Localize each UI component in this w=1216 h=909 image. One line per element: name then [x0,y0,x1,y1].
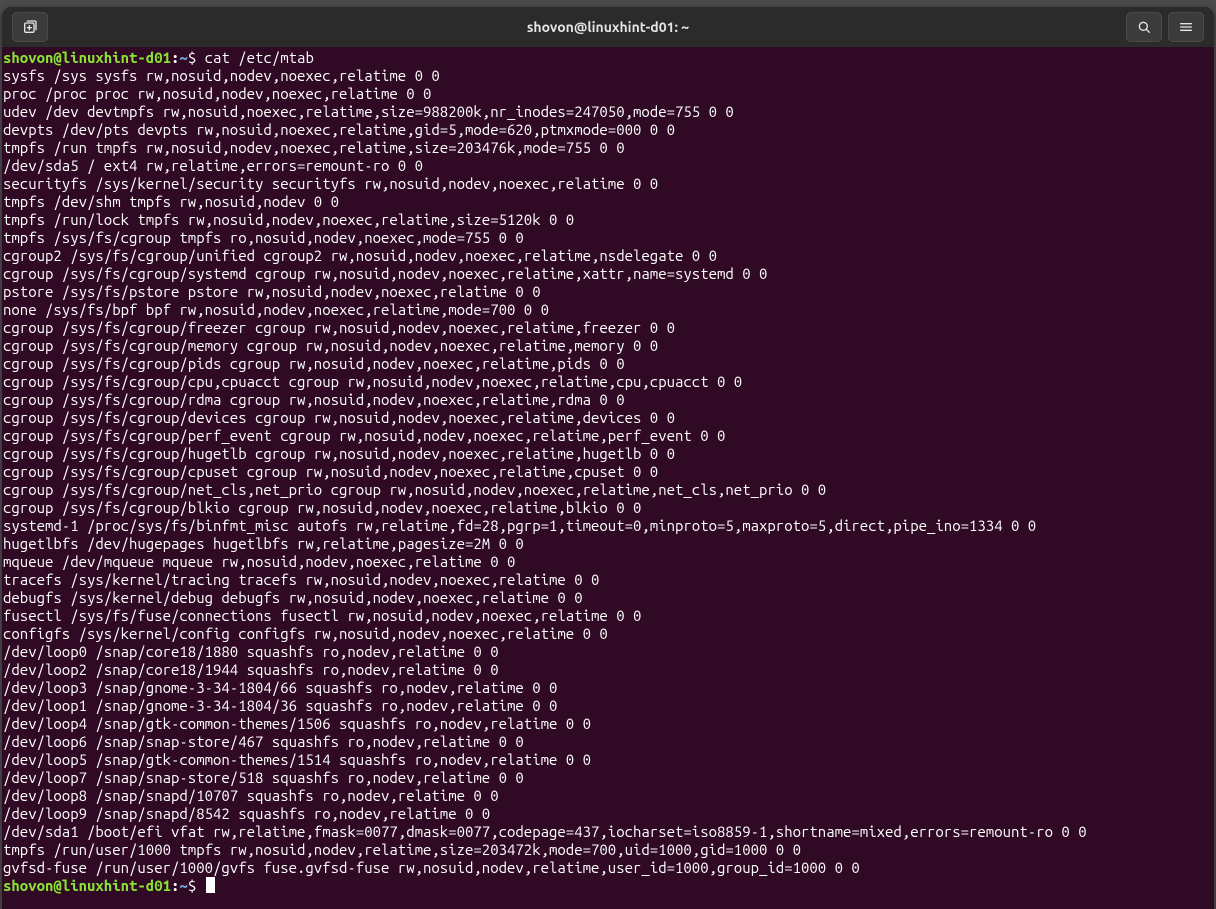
output-line: pstore /sys/fs/pstore pstore rw,nosuid,n… [3,283,1213,301]
output-line: fusectl /sys/fs/fuse/connections fusectl… [3,607,1213,625]
output-line: cgroup /sys/fs/cgroup/hugetlb cgroup rw,… [3,445,1213,463]
output-line: cgroup /sys/fs/cgroup/systemd cgroup rw,… [3,265,1213,283]
output-line: sysfs /sys sysfs rw,nosuid,nodev,noexec,… [3,67,1213,85]
output-line: cgroup /sys/fs/cgroup/devices cgroup rw,… [3,409,1213,427]
output-line: devpts /dev/pts devpts rw,nosuid,noexec,… [3,121,1213,139]
output-line: /dev/loop9 /snap/snapd/8542 squashfs ro,… [3,805,1213,823]
prompt-line: shovon@linuxhint-d01:~$ cat /etc/mtab [3,49,1213,67]
terminal-body[interactable]: shovon@linuxhint-d01:~$ cat /etc/mtabsys… [2,47,1214,909]
output-line: cgroup /sys/fs/cgroup/memory cgroup rw,n… [3,337,1213,355]
output-line: cgroup /sys/fs/cgroup/cpuset cgroup rw,n… [3,463,1213,481]
hamburger-icon [1178,19,1194,35]
output-line: mqueue /dev/mqueue mqueue rw,nosuid,node… [3,553,1213,571]
output-line: /dev/sda5 / ext4 rw,relatime,errors=remo… [3,157,1213,175]
output-line: proc /proc proc rw,nosuid,nodev,noexec,r… [3,85,1213,103]
output-line: cgroup /sys/fs/cgroup/net_cls,net_prio c… [3,481,1213,499]
output-line: /dev/loop0 /snap/core18/1880 squashfs ro… [3,643,1213,661]
output-line: cgroup /sys/fs/cgroup/perf_event cgroup … [3,427,1213,445]
output-line: tmpfs /run tmpfs rw,nosuid,nodev,noexec,… [3,139,1213,157]
prompt-dollar: $ [188,877,205,894]
output-line: udev /dev devtmpfs rw,nosuid,noexec,rela… [3,103,1213,121]
output-line: /dev/loop7 /snap/snap-store/518 squashfs… [3,769,1213,787]
output-line: cgroup /sys/fs/cgroup/blkio cgroup rw,no… [3,499,1213,517]
output-line: tmpfs /run/lock tmpfs rw,nosuid,nodev,no… [3,211,1213,229]
output-line: systemd-1 /proc/sys/fs/binfmt_misc autof… [3,517,1213,535]
hamburger-menu-button[interactable] [1168,12,1204,42]
window-title: shovon@linuxhint-d01: ~ [2,7,1214,47]
output-line: none /sys/fs/bpf bpf rw,nosuid,nodev,noe… [3,301,1213,319]
search-button[interactable] [1126,12,1162,42]
output-line: tmpfs /dev/shm tmpfs rw,nosuid,nodev 0 0 [3,193,1213,211]
prompt-userhost: shovon@linuxhint-d01 [3,877,171,894]
output-line: gvfsd-fuse /run/user/1000/gvfs fuse.gvfs… [3,859,1213,877]
output-line: /dev/loop6 /snap/snap-store/467 squashfs… [3,733,1213,751]
output-line: /dev/loop4 /snap/gtk-common-themes/1506 … [3,715,1213,733]
new-tab-button[interactable] [12,12,48,42]
output-line: /dev/loop1 /snap/gnome-3-34-1804/36 squa… [3,697,1213,715]
output-line: securityfs /sys/kernel/security security… [3,175,1213,193]
output-line: cgroup2 /sys/fs/cgroup/unified cgroup2 r… [3,247,1213,265]
output-line: tracefs /sys/kernel/tracing tracefs rw,n… [3,571,1213,589]
prompt-dollar: $ [188,49,205,66]
titlebar: shovon@linuxhint-d01: ~ [2,7,1214,47]
terminal-window: shovon@linuxhint-d01: ~ shovon@linuxhint… [2,7,1214,909]
output-line: cgroup /sys/fs/cgroup/freezer cgroup rw,… [3,319,1213,337]
prompt-line: shovon@linuxhint-d01:~$ [3,877,1213,895]
prompt-path: ~ [179,49,187,66]
output-line: tmpfs /sys/fs/cgroup tmpfs ro,nosuid,nod… [3,229,1213,247]
output-line: /dev/loop8 /snap/snapd/10707 squashfs ro… [3,787,1213,805]
prompt-path: ~ [179,877,187,894]
output-line: configfs /sys/kernel/config configfs rw,… [3,625,1213,643]
command-text: cat /etc/mtab [205,49,314,66]
output-line: /dev/sda1 /boot/efi vfat rw,relatime,fma… [3,823,1213,841]
output-line: cgroup /sys/fs/cgroup/pids cgroup rw,nos… [3,355,1213,373]
output-line: /dev/loop2 /snap/core18/1944 squashfs ro… [3,661,1213,679]
new-tab-icon [22,19,38,35]
output-line: /dev/loop3 /snap/gnome-3-34-1804/66 squa… [3,679,1213,697]
output-line: tmpfs /run/user/1000 tmpfs rw,nosuid,nod… [3,841,1213,859]
output-line: hugetlbfs /dev/hugepages hugetlbfs rw,re… [3,535,1213,553]
output-line: /dev/loop5 /snap/gtk-common-themes/1514 … [3,751,1213,769]
output-line: cgroup /sys/fs/cgroup/cpu,cpuacct cgroup… [3,373,1213,391]
search-icon [1136,19,1152,35]
prompt-userhost: shovon@linuxhint-d01 [3,49,171,66]
cursor [206,877,215,893]
output-line: debugfs /sys/kernel/debug debugfs rw,nos… [3,589,1213,607]
output-line: cgroup /sys/fs/cgroup/rdma cgroup rw,nos… [3,391,1213,409]
